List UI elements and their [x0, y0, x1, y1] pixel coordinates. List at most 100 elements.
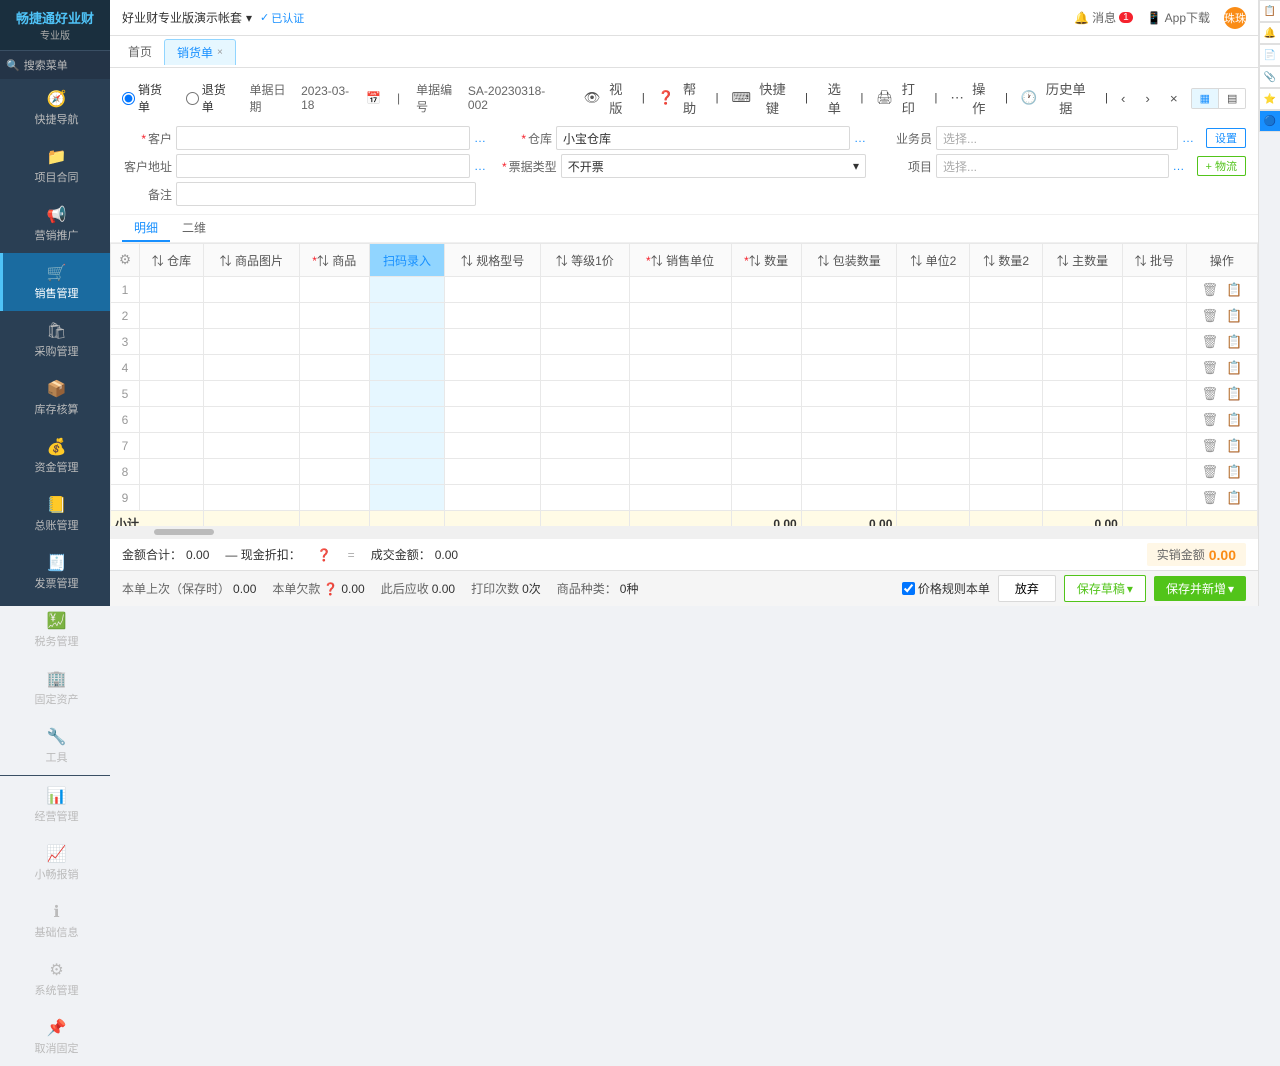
table-cell[interactable]: [970, 277, 1043, 303]
view-btn[interactable]: 👁 视版: [577, 76, 636, 120]
delete-row-btn[interactable]: 🗑: [1200, 386, 1221, 402]
table-cell[interactable]: [629, 459, 731, 485]
table-cell[interactable]: [1042, 381, 1122, 407]
table-cell[interactable]: [139, 329, 203, 355]
table-cell[interactable]: [1042, 277, 1122, 303]
table-cell[interactable]: [139, 381, 203, 407]
table-cell[interactable]: [139, 355, 203, 381]
sidebar-item-base-info[interactable]: ℹ 基础信息: [0, 892, 110, 950]
sidebar-item-system[interactable]: ⚙ 系统管理: [0, 950, 110, 1008]
sidebar-item-tools[interactable]: 🔧 工具: [0, 717, 110, 775]
copy-row-btn[interactable]: 📋: [1224, 438, 1244, 454]
table-cell[interactable]: [629, 277, 731, 303]
table-cell[interactable]: [801, 381, 897, 407]
shortcut-btn[interactable]: ⌨ 快捷键: [724, 76, 799, 120]
table-cell[interactable]: [369, 355, 444, 381]
sidebar-item-sales[interactable]: 🛒 销售管理: [0, 253, 110, 311]
list-view-btn[interactable]: ▤: [1219, 89, 1245, 108]
table-cell[interactable]: [801, 329, 897, 355]
table-cell[interactable]: [203, 433, 299, 459]
table-cell[interactable]: [897, 355, 970, 381]
sidebar-item-marketing[interactable]: 📢 营销推广: [0, 195, 110, 253]
table-cell[interactable]: [139, 277, 203, 303]
add-logistics-button[interactable]: + 物流: [1197, 156, 1246, 176]
dropdown-icon[interactable]: ▾: [1228, 582, 1234, 596]
customer-addon[interactable]: …: [474, 131, 486, 145]
sidebar-item-accounts[interactable]: 📒 总账管理: [0, 485, 110, 543]
table-cell[interactable]: [540, 433, 629, 459]
col-settings[interactable]: ⚙: [111, 244, 140, 277]
table-cell[interactable]: [203, 381, 299, 407]
price-check-label[interactable]: 价格规则本单: [902, 580, 990, 597]
table-cell[interactable]: [139, 485, 203, 511]
copy-row-btn[interactable]: 📋: [1224, 308, 1244, 324]
table-cell[interactable]: [731, 381, 801, 407]
tab-close-icon[interactable]: ×: [217, 47, 223, 58]
right-panel-btn-2[interactable]: 🔔: [1259, 22, 1280, 44]
delete-row-btn[interactable]: 🗑: [1200, 308, 1221, 324]
prev-btn[interactable]: ‹: [1114, 88, 1132, 109]
sidebar-item-projects[interactable]: 📁 项目合同: [0, 137, 110, 195]
column-settings-btn[interactable]: ⚙: [115, 250, 135, 270]
tab-detail[interactable]: 明细: [122, 215, 170, 242]
abandon-button[interactable]: 放弃: [998, 575, 1056, 602]
invoice-select[interactable]: 不开票 ▾: [561, 154, 866, 178]
radio-return-order[interactable]: 退货单: [186, 81, 238, 115]
table-cell[interactable]: [629, 355, 731, 381]
sidebar-item-quick-nav[interactable]: 🧭 快捷导航: [0, 79, 110, 137]
table-cell[interactable]: [897, 303, 970, 329]
table-cell[interactable]: [731, 459, 801, 485]
table-cell[interactable]: [445, 355, 541, 381]
table-cell[interactable]: [970, 329, 1043, 355]
tab-home[interactable]: 首页: [118, 39, 162, 64]
copy-row-btn[interactable]: 📋: [1224, 334, 1244, 350]
sidebar-search-item[interactable]: 🔍 搜索菜单: [0, 51, 110, 79]
table-cell[interactable]: [203, 303, 299, 329]
table-cell[interactable]: [369, 303, 444, 329]
table-cell[interactable]: [369, 485, 444, 511]
table-cell[interactable]: [897, 485, 970, 511]
radio-sale-order[interactable]: 销货单: [122, 81, 174, 115]
table-cell[interactable]: [731, 407, 801, 433]
table-cell[interactable]: [369, 277, 444, 303]
right-panel-btn-4[interactable]: 📎: [1259, 66, 1280, 88]
table-cell[interactable]: [299, 381, 369, 407]
select-btn[interactable]: 选单: [814, 76, 854, 120]
table-cell[interactable]: [897, 407, 970, 433]
table-cell[interactable]: [731, 433, 801, 459]
salesperson-addon[interactable]: …: [1182, 131, 1194, 145]
table-cell[interactable]: [970, 459, 1043, 485]
table-cell[interactable]: [203, 355, 299, 381]
table-cell[interactable]: [203, 277, 299, 303]
dropdown-icon[interactable]: ▾: [1127, 582, 1133, 596]
table-cell[interactable]: [629, 303, 731, 329]
table-cell[interactable]: [1042, 459, 1122, 485]
table-cell[interactable]: [970, 485, 1043, 511]
table-cell[interactable]: [1122, 407, 1186, 433]
table-cell[interactable]: [731, 355, 801, 381]
delete-row-btn[interactable]: 🗑: [1200, 360, 1221, 376]
table-cell[interactable]: [1042, 407, 1122, 433]
table-cell[interactable]: [1122, 277, 1186, 303]
scroll-thumb[interactable]: [154, 529, 214, 535]
delete-row-btn[interactable]: 🗑: [1200, 412, 1221, 428]
table-cell[interactable]: [369, 407, 444, 433]
table-cell[interactable]: [970, 303, 1043, 329]
table-cell[interactable]: [139, 459, 203, 485]
table-cell[interactable]: [139, 407, 203, 433]
table-cell[interactable]: [445, 329, 541, 355]
copy-row-btn[interactable]: 📋: [1224, 412, 1244, 428]
table-cell[interactable]: [970, 381, 1043, 407]
table-cell[interactable]: [299, 303, 369, 329]
company-selector[interactable]: 好业财专业版演示帐套 ▾: [122, 9, 252, 26]
customer-input[interactable]: [176, 126, 470, 150]
table-cell[interactable]: [801, 407, 897, 433]
table-cell[interactable]: [1122, 355, 1186, 381]
save-new-button[interactable]: 保存并新增 ▾: [1154, 576, 1246, 601]
table-cell[interactable]: [897, 433, 970, 459]
right-panel-btn-5[interactable]: ⭐: [1259, 88, 1280, 110]
copy-row-btn[interactable]: 📋: [1224, 282, 1244, 298]
warehouse-input[interactable]: 小宝仓库: [556, 126, 850, 150]
table-cell[interactable]: [369, 381, 444, 407]
table-cell[interactable]: [897, 329, 970, 355]
